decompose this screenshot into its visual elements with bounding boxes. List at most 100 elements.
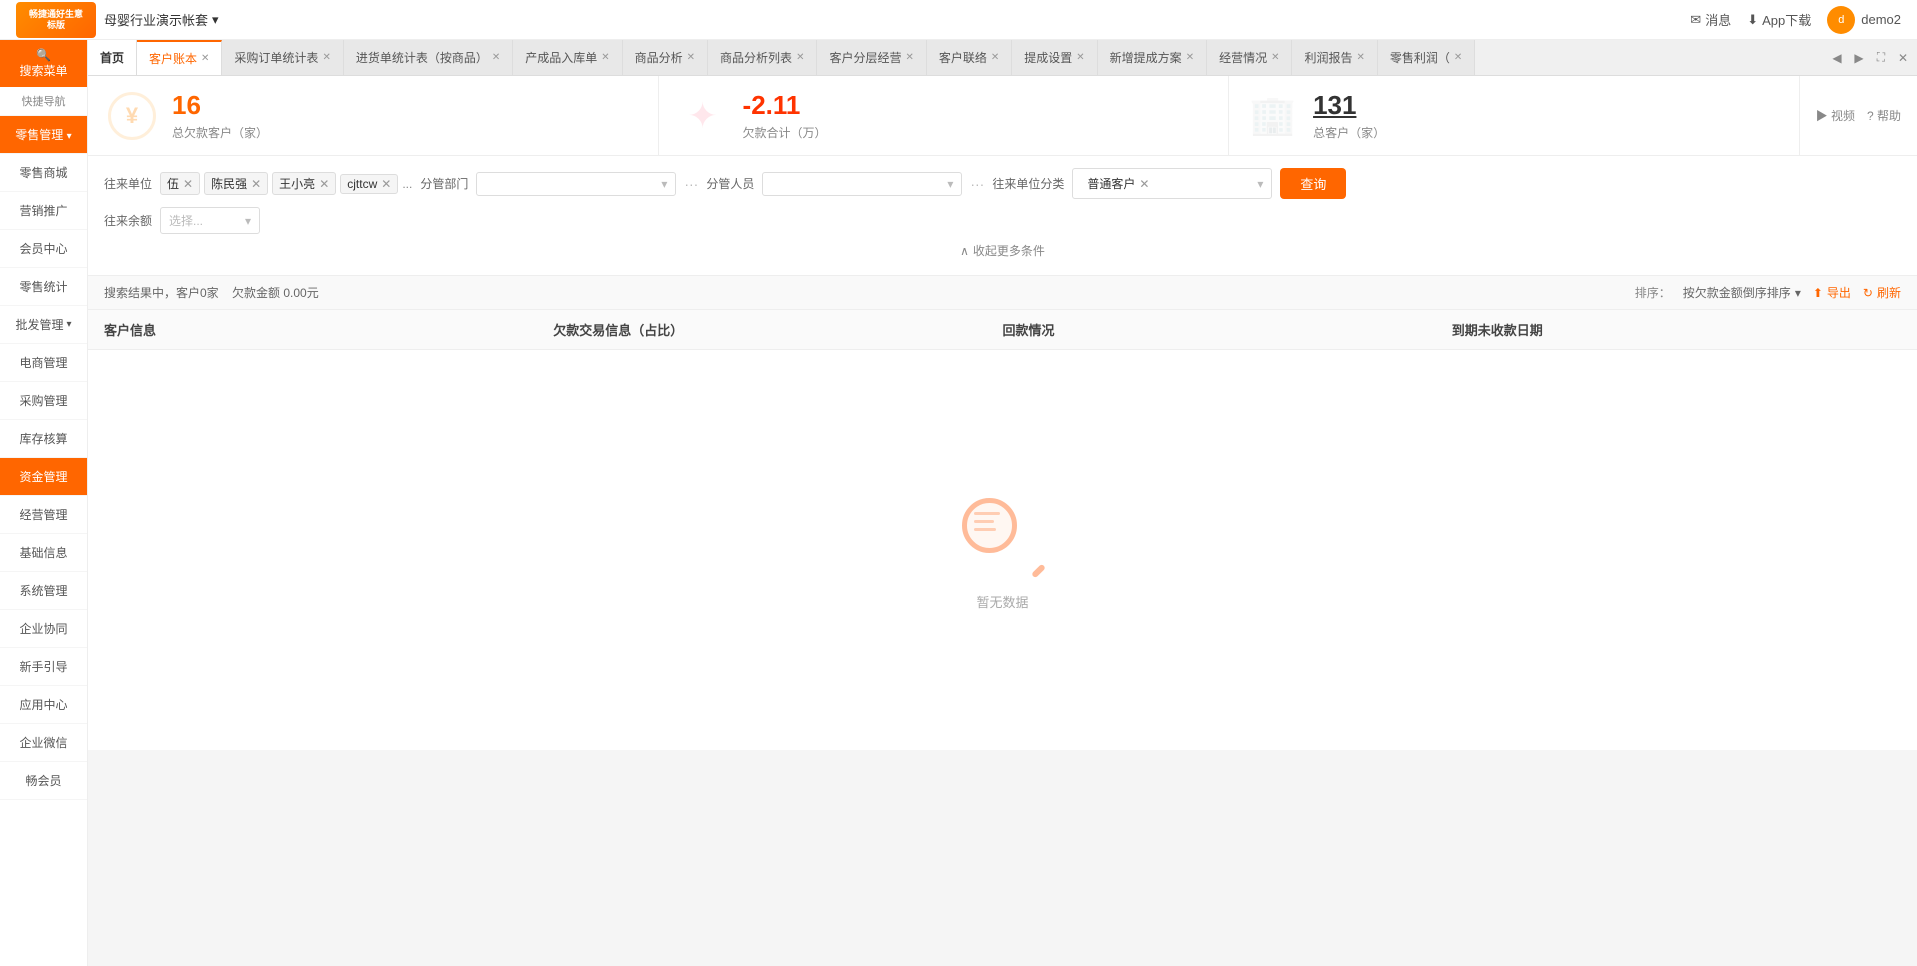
- tab-close-icon[interactable]: ✕: [1076, 52, 1084, 63]
- tab-navigation: ◀ ▶ ⛶ ✕: [1823, 40, 1917, 75]
- tab-close-icon[interactable]: ✕: [1186, 52, 1194, 63]
- tab-close-all-btn[interactable]: ✕: [1893, 48, 1913, 68]
- sidebar-item-ecommerce[interactable]: 电商管理: [0, 344, 87, 382]
- filter-category-select[interactable]: 普通客户 ✕ ▾: [1072, 168, 1272, 199]
- filter-balance-select[interactable]: 选择... ▾: [160, 207, 260, 234]
- filter-tag-wu[interactable]: 伍 ✕: [160, 172, 200, 195]
- tab-customer-contact[interactable]: 客户联络 ✕: [927, 40, 1012, 75]
- tab-close-icon[interactable]: ✕: [322, 52, 330, 63]
- tab-close-icon[interactable]: ✕: [687, 52, 695, 63]
- help-btn[interactable]: ? 帮助: [1867, 107, 1901, 124]
- collapse-btn[interactable]: ∧ 收起更多条件: [960, 242, 1045, 259]
- tab-goods-analysis[interactable]: 商品分析 ✕: [623, 40, 708, 75]
- tab-close-icon[interactable]: ✕: [201, 53, 209, 64]
- tab-next-btn[interactable]: ▶: [1849, 48, 1869, 68]
- sidebar-item-inventory[interactable]: 库存核算: [0, 420, 87, 458]
- sidebar-item-basic-info[interactable]: 基础信息: [0, 534, 87, 572]
- sidebar-item-retail[interactable]: 零售管理 ▾: [0, 116, 87, 154]
- chevron-down-icon: ▾: [245, 214, 251, 228]
- sidebar-item-vip[interactable]: 畅会员: [0, 762, 87, 800]
- filter-tag-cjttcw[interactable]: cjttcw ✕: [340, 174, 398, 194]
- sidebar-search[interactable]: 🔍 搜索菜单: [0, 40, 87, 87]
- sidebar-item-member[interactable]: 会员中心: [0, 230, 87, 268]
- filter-more-btn[interactable]: ...: [402, 177, 412, 191]
- tab-profit-report[interactable]: 利润报告 ✕: [1292, 40, 1377, 75]
- remove-tag-chenminqiang[interactable]: ✕: [251, 177, 261, 191]
- sidebar-item-retail-stats[interactable]: 零售统计: [0, 268, 87, 306]
- tab-home[interactable]: 首页: [88, 40, 137, 75]
- person-dots[interactable]: ···: [970, 176, 984, 192]
- stats-bar: ¥ 16 总欠款客户（家） ✦ -2.11 欠款合计（万） 🏢 131 总客户（…: [88, 76, 1917, 156]
- dept-dots[interactable]: ···: [684, 176, 698, 192]
- filter-balance-label: 往来余额: [104, 212, 152, 229]
- tab-customer-balance[interactable]: 客户账本 ✕: [137, 40, 222, 75]
- app-download-btn[interactable]: ⬇ App下载: [1747, 10, 1811, 29]
- tab-close-icon[interactable]: ✕: [991, 52, 999, 63]
- stat-customers-number: 131: [1313, 90, 1385, 121]
- tab-new-promotion[interactable]: 新增提成方案 ✕: [1098, 40, 1207, 75]
- tab-fullscreen-btn[interactable]: ⛶: [1871, 48, 1891, 68]
- filter-dept-select[interactable]: ▾: [476, 172, 676, 196]
- filter-unit-label: 往来单位: [104, 175, 152, 192]
- user-info[interactable]: d demo2: [1827, 6, 1901, 34]
- tab-close-icon[interactable]: ✕: [492, 52, 500, 63]
- filter-tag-wangxiaoliang[interactable]: 王小亮 ✕: [272, 172, 336, 195]
- sidebar-item-new-guide[interactable]: 新手引导: [0, 648, 87, 686]
- remove-tag-wangxiaoliang[interactable]: ✕: [319, 177, 329, 191]
- remove-category-tag[interactable]: ✕: [1139, 177, 1149, 191]
- tab-goods-analysis-list[interactable]: 商品分析列表 ✕: [708, 40, 817, 75]
- remove-tag-cjttcw[interactable]: ✕: [381, 177, 391, 191]
- tab-close-icon[interactable]: ✕: [796, 52, 804, 63]
- sidebar-item-quick-nav[interactable]: 快捷导航: [0, 87, 87, 116]
- sort-select[interactable]: 按欠款金额倒序排序 ▾: [1683, 284, 1801, 301]
- filter-tag-chenminqiang[interactable]: 陈民强 ✕: [204, 172, 268, 195]
- tab-promotion-settings[interactable]: 提成设置 ✕: [1012, 40, 1097, 75]
- refresh-btn[interactable]: ↻ 刷新: [1863, 284, 1901, 301]
- refresh-icon: ↻: [1863, 286, 1873, 300]
- tab-biz-status[interactable]: 经营情况 ✕: [1207, 40, 1292, 75]
- chevron-down-icon: ▾: [661, 177, 667, 191]
- tab-purchase-order[interactable]: 采购订单统计表 ✕: [222, 40, 343, 75]
- filter-person-select[interactable]: ▾: [762, 172, 962, 196]
- sidebar-item-wholesale[interactable]: 批发管理 ▾: [0, 306, 87, 344]
- sidebar-item-app-center[interactable]: 应用中心: [0, 686, 87, 724]
- video-btn[interactable]: ▶ 视频: [1816, 107, 1855, 124]
- sidebar-item-finance[interactable]: 资金管理: [0, 458, 87, 496]
- stat-yuan-icon: ¥: [108, 92, 156, 140]
- sidebar-item-retail-mall[interactable]: 零售商城: [0, 154, 87, 192]
- main-content: ¥ 16 总欠款客户（家） ✦ -2.11 欠款合计（万） 🏢 131 总客户（…: [88, 76, 1917, 966]
- tab-stock-stat[interactable]: 进货单统计表（按商品） ✕: [344, 40, 513, 75]
- tab-prev-btn[interactable]: ◀: [1827, 48, 1847, 68]
- tab-product-in[interactable]: 产成品入库单 ✕: [513, 40, 622, 75]
- sidebar-item-sys-manage[interactable]: 系统管理: [0, 572, 87, 610]
- col-customer-info: 客户信息: [104, 320, 553, 339]
- stat-total-customers: 🏢 131 总客户（家）: [1229, 76, 1800, 155]
- stat-debtors-label: 总欠款客户（家）: [172, 124, 268, 141]
- app-logo[interactable]: 畅捷通好生意 标版: [16, 2, 96, 38]
- sidebar-item-operations[interactable]: 经营管理: [0, 496, 87, 534]
- export-btn[interactable]: ⬆ 导出: [1813, 284, 1851, 301]
- filter-bar: 往来单位 伍 ✕ 陈民强 ✕ 王小亮 ✕ cjttcw ✕ ...: [88, 156, 1917, 276]
- sidebar-item-purchase[interactable]: 采购管理: [0, 382, 87, 420]
- chevron-down-icon: ▾: [1795, 286, 1801, 300]
- tab-customer-segment[interactable]: 客户分层经营 ✕: [817, 40, 926, 75]
- question-icon: ?: [1867, 109, 1874, 123]
- tab-retail-profit[interactable]: 零售利润（ ✕: [1378, 40, 1475, 75]
- sidebar-item-enterprise-wechat[interactable]: 企业微信: [0, 724, 87, 762]
- filter-row-1: 往来单位 伍 ✕ 陈民强 ✕ 王小亮 ✕ cjttcw ✕ ...: [104, 168, 1901, 199]
- chevron-down-icon: ▾: [1257, 177, 1263, 191]
- tab-close-icon[interactable]: ✕: [1271, 52, 1279, 63]
- query-button[interactable]: 查询: [1280, 168, 1346, 199]
- tab-close-icon[interactable]: ✕: [905, 52, 913, 63]
- search-icon: 🔍: [36, 48, 51, 62]
- message-btn[interactable]: ✉ 消息: [1690, 10, 1731, 29]
- remove-tag-wu[interactable]: ✕: [183, 177, 193, 191]
- tab-close-icon[interactable]: ✕: [1454, 52, 1462, 63]
- tab-close-icon[interactable]: ✕: [601, 52, 609, 63]
- table-header: 客户信息 欠款交易信息（占比） 回款情况 到期未收款日期: [88, 310, 1917, 350]
- sidebar-item-marketing[interactable]: 营销推广: [0, 192, 87, 230]
- top-header: 畅捷通好生意 标版 母婴行业演示帐套 ▾ ✉ 消息 ⬇ App下载 d demo…: [0, 0, 1917, 40]
- tab-close-icon[interactable]: ✕: [1357, 52, 1365, 63]
- sidebar-item-enterprise[interactable]: 企业协同: [0, 610, 87, 648]
- account-selector[interactable]: 母婴行业演示帐套 ▾: [104, 10, 219, 29]
